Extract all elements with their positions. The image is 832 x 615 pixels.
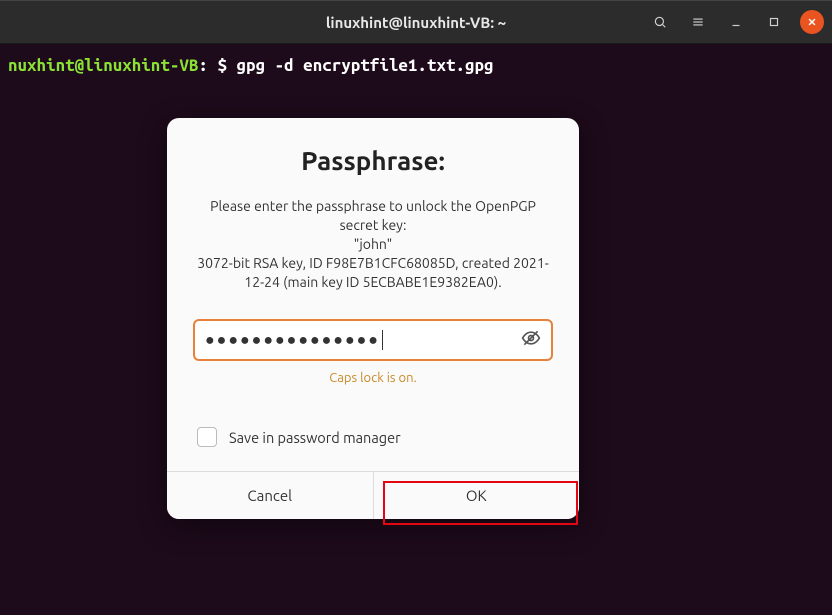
dialog-title: Passphrase:: [193, 146, 553, 175]
save-password-label: Save in password manager: [229, 429, 401, 446]
terminal-command: gpg -d encryptfile1.txt.gpg: [237, 56, 494, 75]
prompt-user-host: nuxhint@linuxhint-VB: [8, 56, 198, 75]
passphrase-masked-value: ●●●●●●●●●●●●●●●: [205, 331, 380, 350]
close-button[interactable]: [800, 10, 824, 34]
search-icon[interactable]: [648, 10, 672, 34]
dialog-button-row: Cancel OK: [167, 471, 579, 519]
capslock-warning: Caps lock is on.: [193, 371, 553, 385]
cancel-button[interactable]: Cancel: [167, 472, 373, 519]
save-password-row: Save in password manager: [193, 427, 553, 447]
maximize-button[interactable]: [762, 10, 786, 34]
terminal-area[interactable]: nuxhint@linuxhint-VB: $ gpg -d encryptfi…: [0, 44, 832, 87]
passphrase-input[interactable]: ●●●●●●●●●●●●●●●: [193, 319, 553, 361]
text-caret: [382, 330, 383, 350]
dialog-desc-line3: 3072-bit RSA key, ID F98E7B1CFC68085D, c…: [197, 255, 549, 290]
ok-button[interactable]: OK: [373, 472, 580, 519]
prompt-char: $: [217, 56, 227, 75]
dialog-description: Please enter the passphrase to unlock th…: [193, 197, 553, 291]
toggle-visibility-icon[interactable]: [521, 328, 541, 352]
window-title: linuxhint@linuxhint-VB: ~: [326, 14, 506, 31]
titlebar-controls: [648, 10, 824, 34]
window-titlebar: linuxhint@linuxhint-VB: ~: [0, 0, 832, 44]
prompt-separator: :: [198, 56, 208, 75]
dialog-desc-line1: Please enter the passphrase to unlock th…: [210, 198, 536, 233]
dialog-desc-line2: "john": [354, 236, 393, 252]
minimize-button[interactable]: [724, 10, 748, 34]
hamburger-menu-icon[interactable]: [686, 10, 710, 34]
save-password-checkbox[interactable]: [197, 427, 217, 447]
passphrase-dialog: Passphrase: Please enter the passphrase …: [167, 118, 579, 519]
